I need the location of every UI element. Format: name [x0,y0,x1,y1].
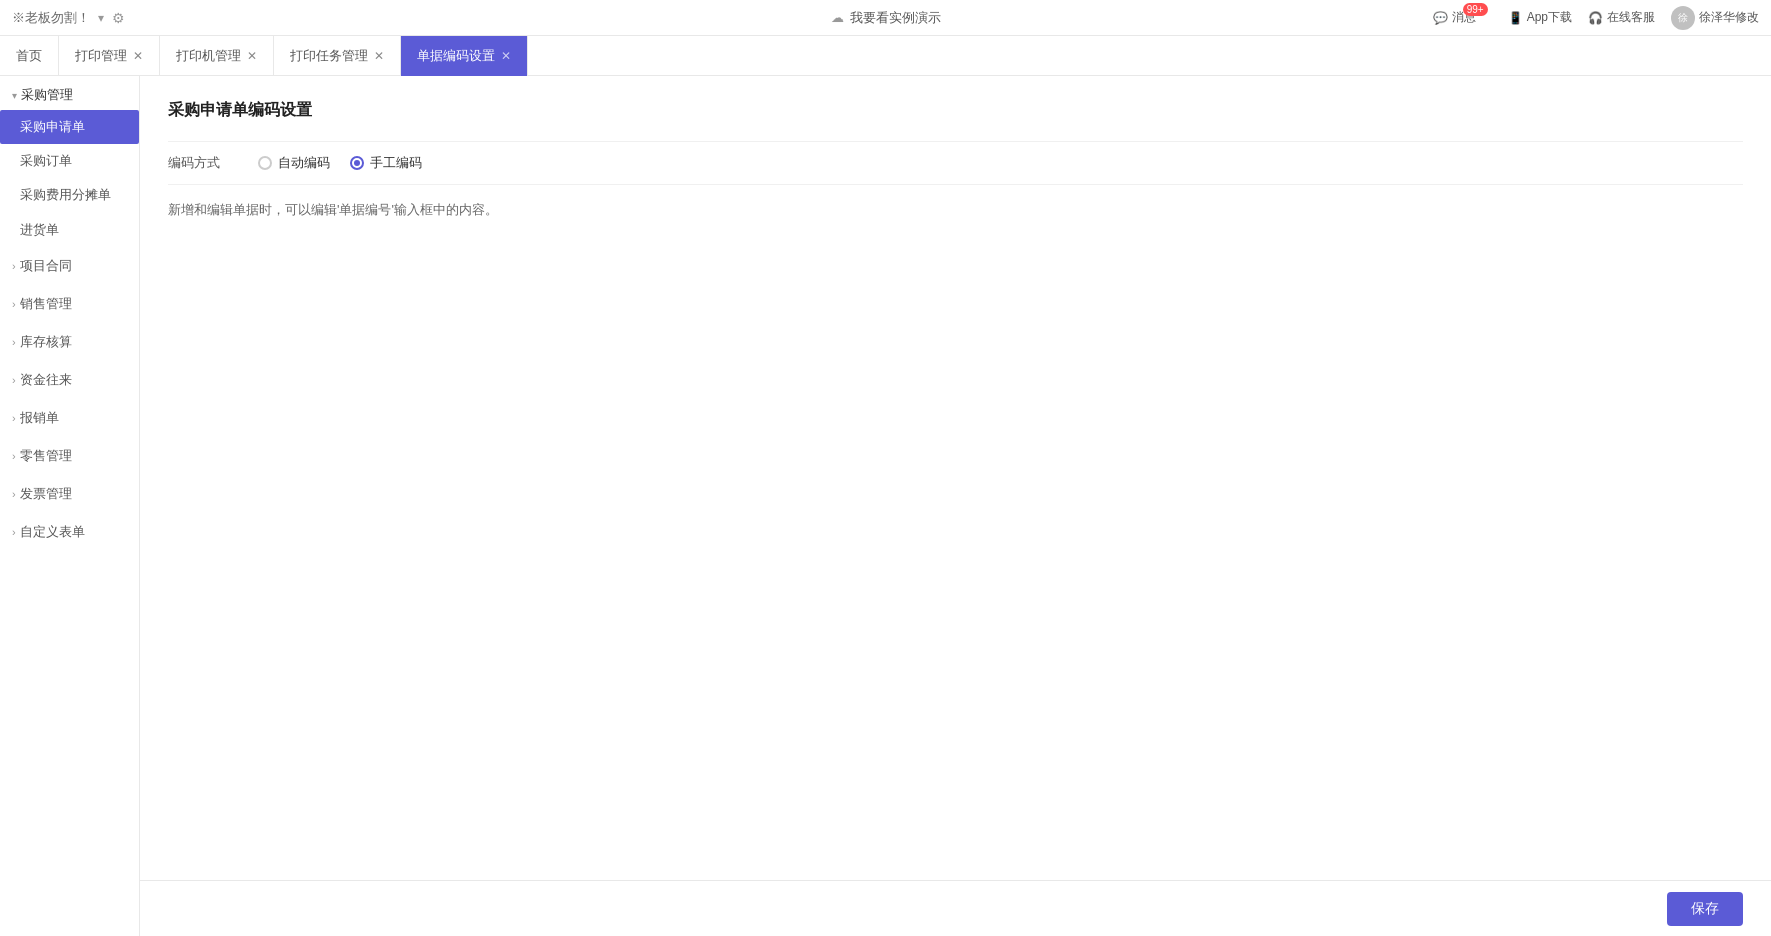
tab-bar: 首页 打印管理 ✕ 打印机管理 ✕ 打印任务管理 ✕ 单据编码设置 ✕ [0,36,1771,76]
sidebar-group-finance-label: 资金往来 [20,371,72,389]
message-icon: 💬 [1433,11,1448,25]
radio-manual-circle [350,156,364,170]
save-button[interactable]: 保存 [1667,892,1743,926]
app-label: App下载 [1527,9,1572,26]
radio-auto-label: 自动编码 [278,154,330,172]
message-badge: 99+ [1463,3,1488,16]
sidebar-group-custom-form[interactable]: › 自定义表单 [0,513,139,551]
sidebar-group-project-label: 项目合同 [20,257,72,275]
user-name: 徐泽华修改 [1699,9,1759,26]
chevron-finance-icon: › [12,374,16,386]
service-label: 在线客服 [1607,9,1655,26]
sidebar-group-retail[interactable]: › 零售管理 [0,437,139,475]
top-bar-left: ※老板勿割！ ▾ ⚙ [12,9,125,27]
chevron-purchase-icon: ▾ [12,90,17,101]
encoding-method-label: 编码方式 [168,154,238,172]
online-service-button[interactable]: 🎧 在线客服 [1588,9,1655,26]
message-button[interactable]: 💬 消息 99+ [1433,9,1476,26]
chevron-retail-icon: › [12,450,16,462]
sidebar-item-stock-in[interactable]: 进货单 [0,213,139,247]
sidebar-item-purchase-order[interactable]: 采购订单 [0,144,139,178]
sidebar-group-sales-label: 销售管理 [20,295,72,313]
app-download-button[interactable]: 📱 App下载 [1508,9,1572,26]
chevron-invoice-icon: › [12,488,16,500]
content-main: 采购申请单编码设置 编码方式 自动编码 手工编码 [140,76,1771,880]
bottom-bar: 保存 [140,880,1771,936]
tab-encoding-settings-close[interactable]: ✕ [501,50,511,62]
sidebar-group-retail-label: 零售管理 [20,447,72,465]
radio-manual-label: 手工编码 [370,154,422,172]
demo-link[interactable]: 我要看实例演示 [850,9,941,27]
tab-printer-management-label: 打印机管理 [176,47,241,65]
chevron-custom-icon: › [12,526,16,538]
app-icon: 📱 [1508,11,1523,25]
tab-print-management-label: 打印管理 [75,47,127,65]
top-bar: ※老板勿割！ ▾ ⚙ ☁ 我要看实例演示 💬 消息 99+ 📱 App下载 🎧 … [0,0,1771,36]
chevron-project-icon: › [12,260,16,272]
user-menu[interactable]: 徐 徐泽华修改 [1671,6,1759,30]
sidebar-group-project-contract[interactable]: › 项目合同 [0,247,139,285]
tab-print-task-management-close[interactable]: ✕ [374,50,384,62]
sidebar-item-purchase-request[interactable]: 采购申请单 [0,110,139,144]
sidebar-group-custom-label: 自定义表单 [20,523,85,541]
tab-print-management[interactable]: 打印管理 ✕ [59,36,160,76]
tab-print-task-management[interactable]: 打印任务管理 ✕ [274,36,401,76]
settings-icon[interactable]: ⚙ [112,10,125,26]
tab-printer-management[interactable]: 打印机管理 ✕ [160,36,274,76]
sidebar: ▾ 采购管理 采购申请单 采购订单 采购费用分摊单 进货单 › 项目合同 › 销… [0,76,140,936]
tab-home-label: 首页 [16,47,42,65]
sidebar-group-expense-label: 报销单 [20,409,59,427]
radio-auto-circle [258,156,272,170]
sidebar-group-purchase[interactable]: ▾ 采购管理 [0,76,139,110]
sidebar-group-expense[interactable]: › 报销单 [0,399,139,437]
sidebar-group-purchase-label: 采购管理 [21,86,73,104]
sidebar-group-inventory-label: 库存核算 [20,333,72,351]
content-area: 采购申请单编码设置 编码方式 自动编码 手工编码 [140,76,1771,936]
encoding-method-row: 编码方式 自动编码 手工编码 [168,141,1743,185]
sidebar-group-invoice[interactable]: › 发票管理 [0,475,139,513]
tab-print-task-management-label: 打印任务管理 [290,47,368,65]
radio-manual-encoding[interactable]: 手工编码 [350,154,422,172]
page-title: 采购申请单编码设置 [168,100,1743,121]
headset-icon: 🎧 [1588,11,1603,25]
tab-home[interactable]: 首页 [0,36,59,76]
tab-encoding-settings[interactable]: 单据编码设置 ✕ [401,36,528,76]
cloud-icon: ☁ [831,10,844,25]
top-bar-right: 💬 消息 99+ 📱 App下载 🎧 在线客服 徐 徐泽华修改 [1433,6,1759,30]
chevron-down-icon[interactable]: ▾ [98,11,104,25]
hint-text: 新增和编辑单据时，可以编辑'单据编号'输入框中的内容。 [168,201,1743,219]
tab-printer-management-close[interactable]: ✕ [247,50,257,62]
sidebar-group-finance[interactable]: › 资金往来 [0,361,139,399]
encoding-radio-group: 自动编码 手工编码 [258,154,422,172]
top-bar-center: ☁ 我要看实例演示 [831,9,941,27]
avatar: 徐 [1671,6,1695,30]
sidebar-item-purchase-expense[interactable]: 采购费用分摊单 [0,178,139,212]
sidebar-group-inventory[interactable]: › 库存核算 [0,323,139,361]
sidebar-group-sales[interactable]: › 销售管理 [0,285,139,323]
tab-print-management-close[interactable]: ✕ [133,50,143,62]
main-layout: ▾ 采购管理 采购申请单 采购订单 采购费用分摊单 进货单 › 项目合同 › 销… [0,76,1771,936]
chevron-sales-icon: › [12,298,16,310]
radio-auto-encoding[interactable]: 自动编码 [258,154,330,172]
tab-encoding-settings-label: 单据编码设置 [417,47,495,65]
brand-text[interactable]: ※老板勿割！ [12,9,90,27]
chevron-inventory-icon: › [12,336,16,348]
chevron-expense-icon: › [12,412,16,424]
sidebar-group-invoice-label: 发票管理 [20,485,72,503]
